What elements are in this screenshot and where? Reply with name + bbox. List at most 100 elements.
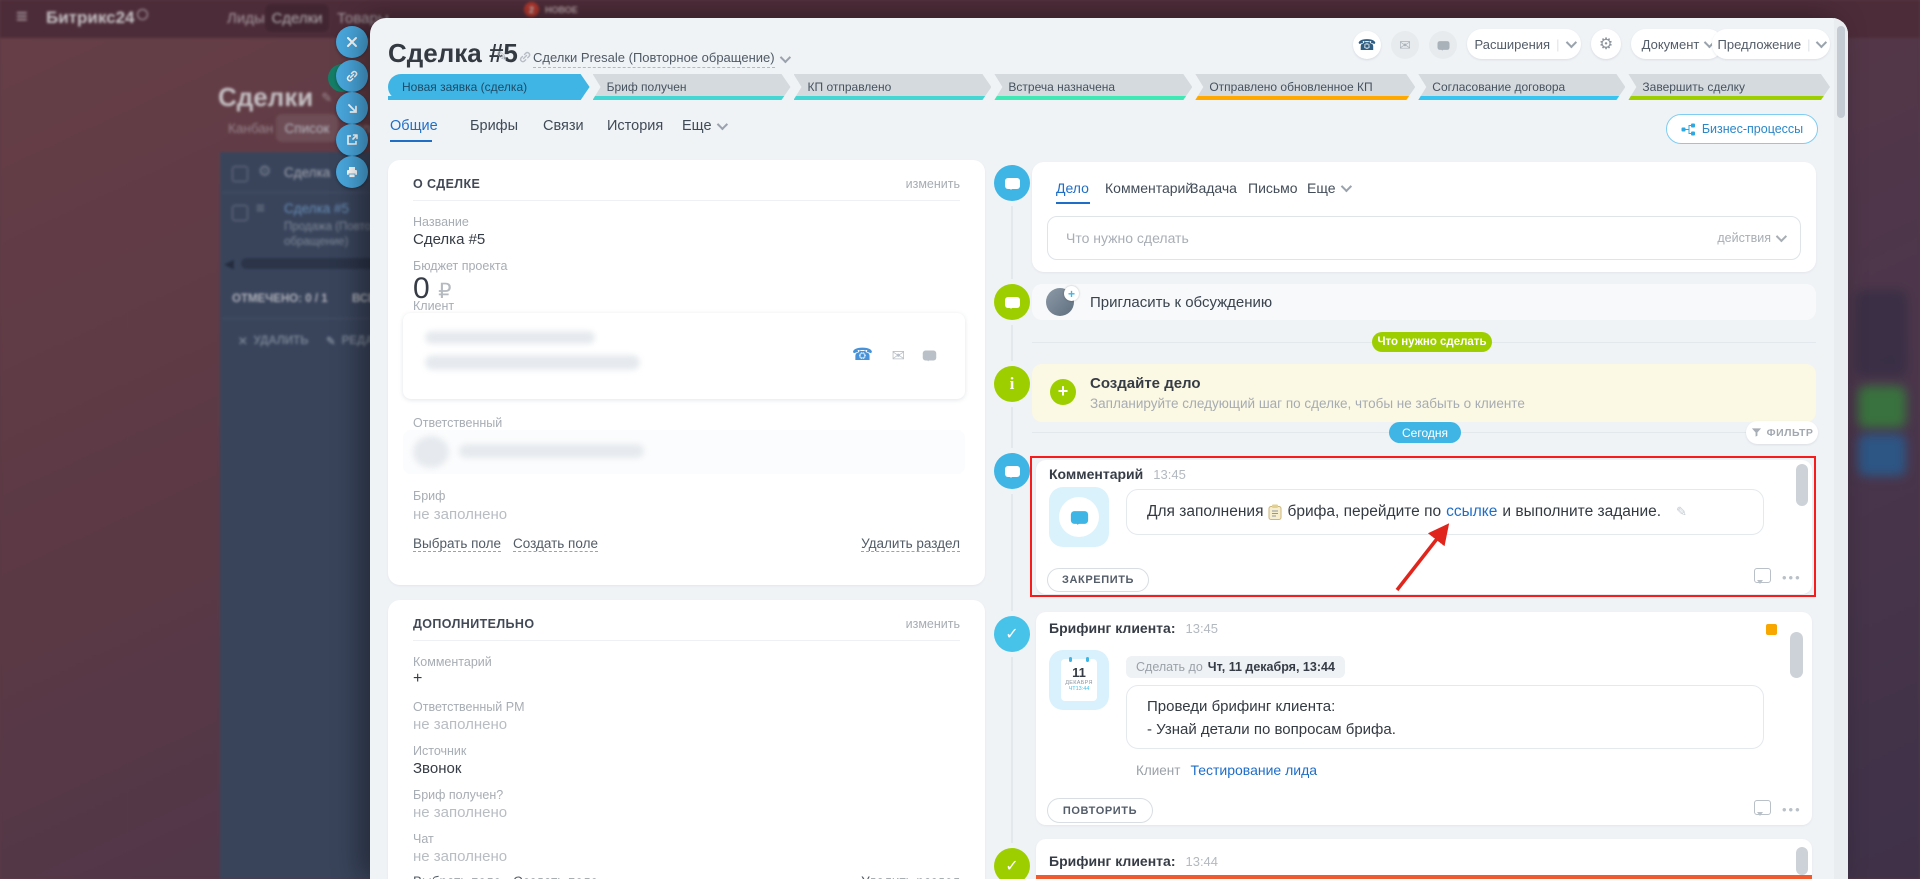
composer-tab-activity[interactable]: Дело [1056,180,1089,196]
brief-received-value[interactable]: не заполнено [413,804,507,821]
invite-label: Пригласить к обсуждению [1090,293,1273,311]
responsible-box[interactable] [403,430,965,474]
edit-comment-icon[interactable]: ✎ [1676,504,1687,520]
field-label: Источник [413,744,467,758]
today-badge[interactable]: Сегодня [1389,422,1461,443]
calendar-day: 11 [1072,665,1086,680]
client-link[interactable]: Тестирование лида [1190,762,1317,778]
tab-relations[interactable]: Связи [543,118,584,134]
more-actions-icon[interactable]: ••• [1782,802,1802,817]
task-line-1: Проведи брифинг клиента: [1147,698,1336,715]
composer-tab-more[interactable]: Еще [1307,180,1352,196]
composer-input[interactable]: Что нужно сделать действия [1047,216,1801,260]
stage-new-request[interactable]: Новая заявка (сделка) [388,74,590,100]
comment-add-value[interactable]: + [413,670,422,688]
call-button[interactable]: ☎ [1353,31,1381,59]
client-name-redacted [425,331,595,344]
deal-name-value[interactable]: Сделка #5 [413,231,485,248]
print-button[interactable] [336,156,368,188]
offer-button[interactable]: Предложение | [1712,29,1830,59]
composer-tab-comment[interactable]: Комментарий [1105,180,1193,196]
edit-deal-title-icon[interactable]: ✎ [496,48,508,65]
more-actions-icon[interactable]: ••• [1782,570,1802,585]
composer-tab-mail[interactable]: Письмо [1248,180,1298,196]
business-process-button[interactable]: Бизнес-процессы [1666,114,1818,144]
select-field-link[interactable]: Выбрать поле [413,536,502,552]
field-label: Ответственный PM [413,700,525,714]
calendar-icon: 11 ДЕКАБРЯ ЧТ13:44 [1049,650,1109,710]
pipeline-selector[interactable]: Сделки Presale (Повторное обращение) [533,50,791,68]
close-slider-button[interactable] [336,26,368,58]
select-field-link[interactable]: Выбрать поле [413,874,501,879]
modal-scrollbar-thumb[interactable] [1837,26,1845,118]
stage-kp-sent[interactable]: КП отправлено [794,74,992,100]
avatar-placeholder [1796,464,1808,506]
minimize-button[interactable] [336,92,368,124]
avatar-placeholder [1796,847,1808,875]
document-button[interactable]: Документ [1631,29,1723,59]
chat-button[interactable] [1429,31,1457,59]
section-title: О СДЕЛКЕ [413,177,481,191]
composer-card: Дело Комментарий Задача Письмо Еще Что н… [1032,162,1816,272]
add-comment-icon[interactable] [1754,568,1771,584]
tab-general[interactable]: Общие [390,118,438,134]
composer-placeholder: Что нужно сделать [1066,230,1189,246]
tab-more[interactable]: Еще [682,118,728,134]
deal-link-icon[interactable] [518,50,532,69]
repeat-button[interactable]: ПОВТОРИТЬ [1047,798,1153,823]
client-email-icon[interactable]: ✉ [892,346,905,366]
chevron-down-icon [779,51,791,64]
extensions-button[interactable]: Расширения | [1467,29,1581,59]
comment-text-1: Для заполнения [1147,503,1264,520]
composer-tab-task[interactable]: Задача [1190,180,1237,196]
section-title: ДОПОЛНИТЕЛЬНО [413,617,535,631]
composer-tab-underline [1056,202,1090,204]
delete-section-link[interactable]: Удалить раздел [861,536,960,552]
stage-contract-approval[interactable]: Согласование договора [1418,74,1625,100]
brief-value[interactable]: не заполнено [413,506,507,523]
client-box[interactable]: ☎ ✉ [403,313,965,399]
responsible-pm-value[interactable]: не заполнено [413,716,507,733]
add-activity-plus-icon: + [1050,379,1076,405]
todo-badge: Что нужно сделать [1372,332,1492,352]
source-value[interactable]: Звонок [413,760,461,777]
chat-field-value[interactable]: не заполнено [413,848,507,865]
section-edit-link[interactable]: изменить [906,617,960,631]
delete-section-link[interactable]: Удалить раздел [861,874,960,879]
filter-button[interactable]: ФИЛЬТР [1746,421,1818,444]
stage-updated-kp-sent[interactable]: Отправлено обновленное КП [1195,74,1415,100]
settings-button[interactable]: ⚙ [1591,29,1621,59]
record-time: 13:45 [1185,620,1219,636]
timeline-info-icon: i [994,366,1030,402]
stage-brief-received[interactable]: Бриф получен [593,74,791,100]
add-comment-icon[interactable] [1754,800,1771,816]
open-new-window-button[interactable] [336,124,368,156]
modal-scrollbar-track [1834,18,1848,879]
composer-actions-dropdown[interactable]: действия [1717,230,1788,245]
pipeline-stages: Новая заявка (сделка) Бриф получен КП от… [388,74,1830,100]
chevron-down-icon [1340,180,1352,193]
avatar-placeholder [1790,632,1803,678]
client-chat-icon[interactable] [922,350,937,362]
create-activity-subtitle: Запланируйте следующий шаг по сделке, чт… [1090,396,1525,411]
task-record-card-partial: Брифинг клиента: 13:44 [1036,839,1812,879]
email-button[interactable]: ✉ [1391,31,1419,59]
client-call-icon[interactable]: ☎ [852,345,873,365]
create-field-link[interactable]: Создать поле [513,536,598,552]
create-activity-card[interactable]: + Создайте дело Запланируйте следующий ш… [1032,364,1816,422]
tab-briefs[interactable]: Брифы [470,118,518,134]
stage-meeting-scheduled[interactable]: Встреча назначена [994,74,1192,100]
phone-icon: ☎ [1357,37,1377,54]
stage-close-deal[interactable]: Завершить сделку [1628,74,1830,100]
timeline-task-done-icon: ✓ [994,616,1030,652]
invite-row[interactable]: + Пригласить к обсуждению [1032,284,1816,320]
section-edit-link[interactable]: изменить [906,177,960,191]
copy-link-button[interactable] [336,60,368,92]
field-label: Бриф получен? [413,788,504,802]
timeline-comment-icon [994,284,1030,320]
field-label: Бриф [413,489,446,503]
comment-link[interactable]: ссылке [1446,503,1497,521]
create-field-link[interactable]: Создать поле [513,874,598,879]
tab-history[interactable]: История [607,118,663,134]
pin-button[interactable]: ЗАКРЕПИТЬ [1047,568,1149,592]
